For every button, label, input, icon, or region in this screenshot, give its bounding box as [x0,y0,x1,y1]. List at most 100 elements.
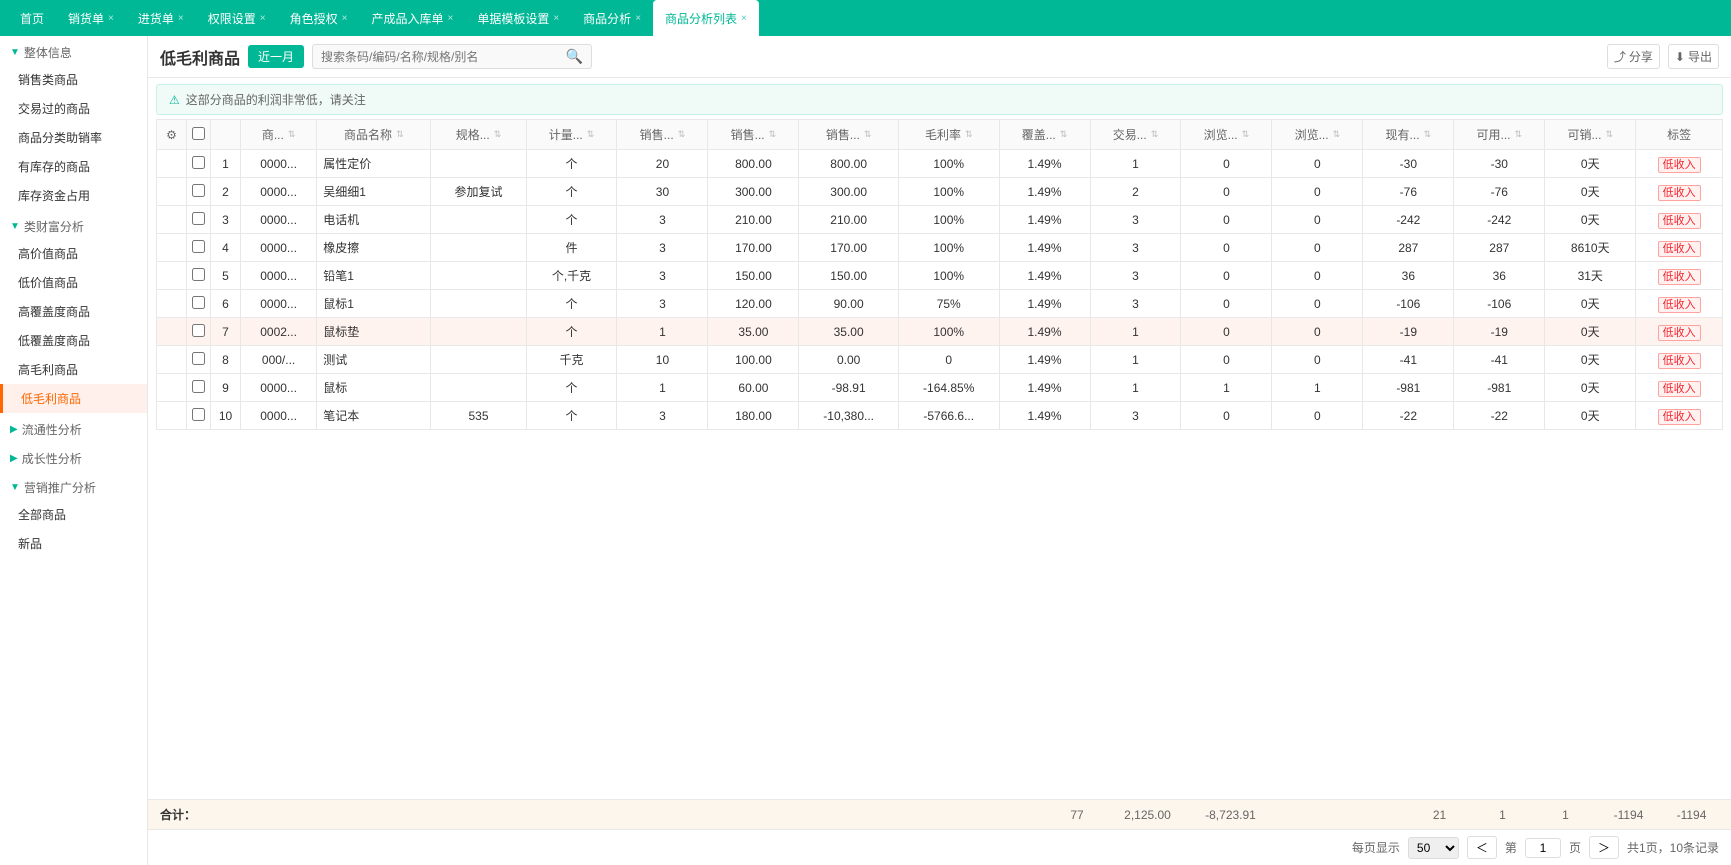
cell-view1[interactable]: 0 [1181,206,1272,234]
sidebar-item-low-margin[interactable]: 低毛利商品 [0,384,147,413]
nav-close-analysis-list[interactable]: × [741,13,747,24]
sidebar-item-category-rate[interactable]: 商品分类助销率 [0,123,147,152]
th-name[interactable]: 商品名称⇅ [317,120,431,150]
nav-close-purchase[interactable]: × [178,13,184,24]
sidebar-item-low-coverage[interactable]: 低覆盖度商品 [0,326,147,355]
sidebar-item-high-margin[interactable]: 高毛利商品 [0,355,147,384]
cell-check[interactable] [187,374,211,402]
th-view1[interactable]: 浏览...⇅ [1181,120,1272,150]
sidebar-group-overall[interactable]: ▼ 整体信息 [0,36,147,65]
cell-check[interactable] [187,290,211,318]
row-checkbox[interactable] [192,156,205,169]
th-coverage[interactable]: 覆盖...⇅ [999,120,1090,150]
filter-recent-month-button[interactable]: 近一月 [248,45,304,68]
nav-analysis-list[interactable]: 商品分析列表 × [653,0,759,36]
cell-view1[interactable]: 0 [1181,178,1272,206]
cell-check[interactable] [187,206,211,234]
th-code[interactable]: 商...⇅ [241,120,317,150]
th-trade[interactable]: 交易...⇅ [1090,120,1181,150]
page-input[interactable] [1525,838,1561,858]
th-spec[interactable]: 规格...⇅ [431,120,526,150]
th-gross-rate[interactable]: 毛利率⇅ [898,120,999,150]
cell-sale-count: 3 [617,206,708,234]
row-checkbox[interactable] [192,296,205,309]
cell-check[interactable] [187,402,211,430]
row-checkbox[interactable] [192,184,205,197]
nav-close-roles[interactable]: × [342,13,348,24]
nav-close-templates[interactable]: × [553,13,559,24]
cell-view1[interactable]: 0 [1181,150,1272,178]
cell-check[interactable] [187,262,211,290]
th-settings[interactable]: ⚙ [157,120,187,150]
sidebar-item-inventory-capital[interactable]: 库存资金占用 [0,181,147,210]
sidebar-item-high-coverage[interactable]: 高覆盖度商品 [0,297,147,326]
th-sale-profit[interactable]: 销售...⇅ [799,120,899,150]
cell-view1[interactable]: 0 [1181,234,1272,262]
sidebar-item-high-value[interactable]: 高价值商品 [0,239,147,268]
th-view2[interactable]: 浏览...⇅ [1272,120,1363,150]
row-checkbox[interactable] [192,352,205,365]
cell-view1[interactable]: 0 [1181,262,1272,290]
cell-check[interactable] [187,178,211,206]
prev-page-button[interactable]: ＜ [1467,836,1497,859]
row-checkbox[interactable] [192,408,205,421]
sidebar-group-marketing[interactable]: ▼ 营销推广分析 [0,471,147,500]
cell-sale-profit: -98.91 [799,374,899,402]
share-button[interactable]: ⤴ 分享 [1607,44,1660,69]
cell-view1[interactable]: 0 [1181,402,1272,430]
nav-close-sales[interactable]: × [108,13,114,24]
cell-view1[interactable]: 0 [1181,318,1272,346]
nav-purchase[interactable]: 进货单 × [126,0,196,36]
cell-code: 0000... [241,262,317,290]
cell-check[interactable] [187,150,211,178]
cell-trade: 1 [1090,318,1181,346]
th-current[interactable]: 现有...⇅ [1363,120,1454,150]
nav-close-permissions[interactable]: × [260,13,266,24]
nav-roles[interactable]: 角色授权 × [278,0,360,36]
nav-close-product-analysis[interactable]: × [635,13,641,24]
cell-sale-profit: 35.00 [799,318,899,346]
cell-check[interactable] [187,318,211,346]
th-sale-price[interactable]: 销售...⇅ [708,120,799,150]
cell-check[interactable] [187,346,211,374]
nav-home[interactable]: 首页 [8,0,56,36]
cell-name: 鼠标1 [317,290,431,318]
cell-check[interactable] [187,234,211,262]
next-page-button[interactable]: ＞ [1589,836,1619,859]
nav-product-analysis[interactable]: 商品分析 × [571,0,653,36]
sidebar-item-traded[interactable]: 交易过的商品 [0,94,147,123]
nav-permissions[interactable]: 权限设置 × [196,0,278,36]
cell-gross-rate: 100% [898,234,999,262]
nav-sales[interactable]: 销货单 × [56,0,126,36]
th-unit[interactable]: 计量...⇅ [526,120,617,150]
row-checkbox[interactable] [192,268,205,281]
search-input[interactable] [321,50,566,64]
sidebar-group-growth[interactable]: ▶ 成长性分析 [0,442,147,471]
sidebar-group-circulation[interactable]: ▶ 流通性分析 [0,413,147,442]
cell-view1[interactable]: 0 [1181,290,1272,318]
row-checkbox[interactable] [192,240,205,253]
cell-view1[interactable]: 1 [1181,374,1272,402]
row-checkbox[interactable] [192,380,205,393]
sort-icon-view1: ⇅ [1242,129,1250,140]
nav-products-in[interactable]: 产成品入库单 × [359,0,465,36]
sidebar-group-wealth[interactable]: ▼ 类财富分析 [0,210,147,239]
row-checkbox[interactable] [192,212,205,225]
sidebar-item-all-products[interactable]: 全部商品 [0,500,147,529]
th-sale-count[interactable]: 销售...⇅ [617,120,708,150]
th-check[interactable] [187,120,211,150]
nav-close-products-in[interactable]: × [447,13,453,24]
row-checkbox[interactable] [192,324,205,337]
search-icon[interactable]: 🔍 [566,48,583,65]
cell-view1[interactable]: 0 [1181,346,1272,374]
sidebar-item-new-products[interactable]: 新品 [0,529,147,558]
select-all-checkbox[interactable] [192,127,205,140]
page-size-select[interactable]: 50 100 200 [1408,837,1459,859]
th-available[interactable]: 可用...⇅ [1454,120,1545,150]
sidebar-item-in-stock[interactable]: 有库存的商品 [0,152,147,181]
th-saleable[interactable]: 可销...⇅ [1545,120,1636,150]
nav-templates[interactable]: 单据模板设置 × [465,0,571,36]
export-button[interactable]: ⬇ 导出 [1668,44,1719,69]
sidebar-item-sales-products[interactable]: 销售类商品 [0,65,147,94]
sidebar-item-low-value[interactable]: 低价值商品 [0,268,147,297]
